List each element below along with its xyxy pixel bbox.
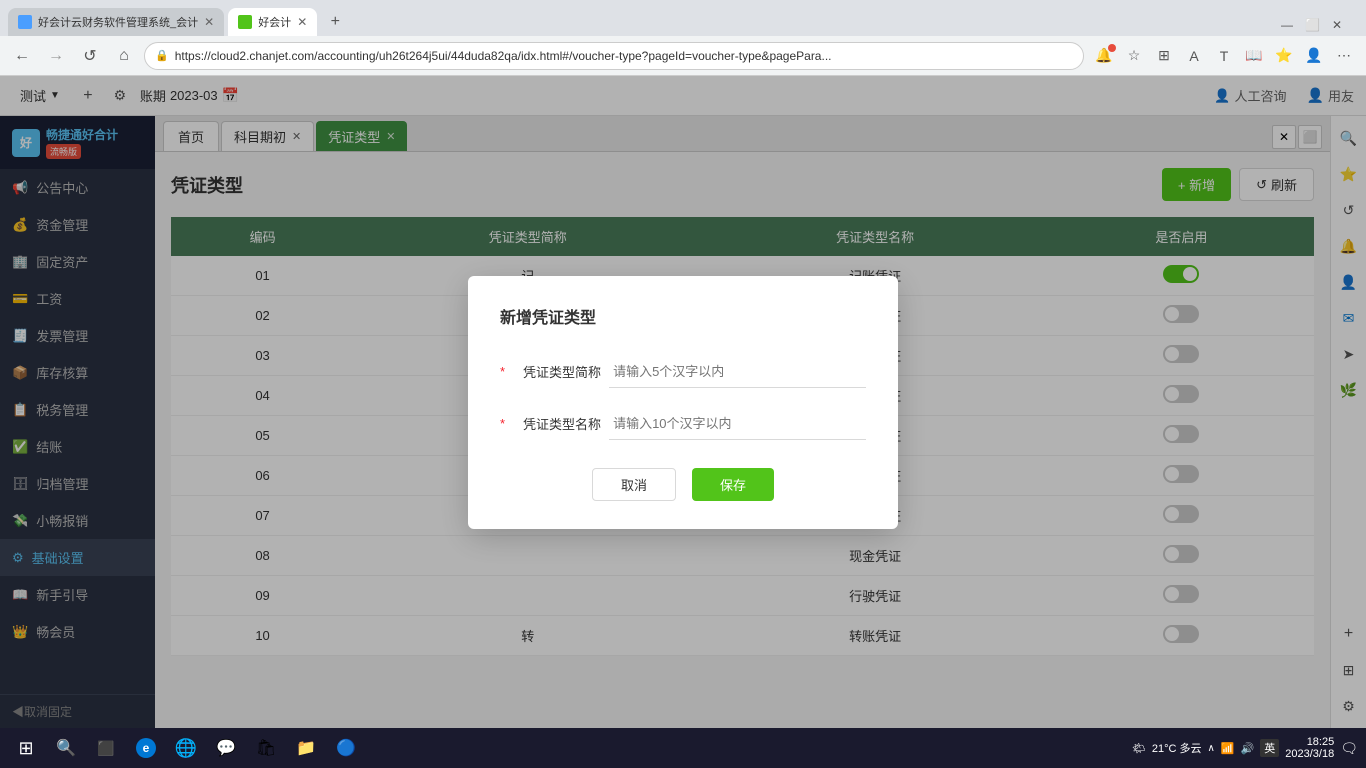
clock-time: 18:25: [1285, 736, 1334, 748]
sound-icon: 🔊: [1241, 742, 1255, 755]
ext-collections[interactable]: ⭐: [1270, 42, 1298, 70]
browser-minimize[interactable]: —: [1281, 18, 1293, 32]
tab1-title: 好会计云财务软件管理系统_会计: [38, 14, 198, 30]
taskbar-system-tray: 🌤 21°C 多云 ∧ 📶 🔊 英 18:25 2023/3/18 🗨: [1132, 736, 1358, 760]
taskbar-search[interactable]: 🔍: [48, 730, 84, 766]
tab2-close[interactable]: ✕: [297, 15, 307, 29]
browser-tab-2[interactable]: 好会计 ✕: [228, 8, 317, 36]
name-label: 凭证类型名称: [513, 414, 601, 433]
abbr-label: 凭证类型简称: [513, 362, 601, 381]
modal-footer: 取消 保存: [500, 468, 866, 501]
ext-bookmark[interactable]: ☆: [1120, 42, 1148, 70]
language-indicator: 英: [1260, 739, 1279, 757]
name-input[interactable]: [609, 408, 866, 440]
ext-apps[interactable]: ⊞: [1150, 42, 1178, 70]
browser-toolbar: ← → ↺ ⌂ 🔒 https://cloud2.chanjet.com/acc…: [0, 36, 1366, 76]
modal-overlay: 新增凭证类型 * 凭证类型简称 * 凭证类型名称 取消 保存: [0, 76, 1366, 728]
nav-forward[interactable]: →: [42, 42, 70, 70]
address-bar[interactable]: 🔒 https://cloud2.chanjet.com/accounting/…: [144, 42, 1084, 70]
ext-zoom[interactable]: A: [1180, 42, 1208, 70]
address-text: https://cloud2.chanjet.com/accounting/uh…: [175, 49, 1073, 63]
modal: 新增凭证类型 * 凭证类型简称 * 凭证类型名称 取消 保存: [468, 276, 898, 529]
abbr-form-row: * 凭证类型简称: [500, 356, 866, 388]
ext-notifications[interactable]: 🔔: [1090, 42, 1118, 70]
taskbar-edge2[interactable]: 🔵: [328, 730, 364, 766]
tab2-title: 好会计: [258, 14, 291, 30]
browser-extensions: 🔔 ☆ ⊞ A T 📖 ⭐ 👤 ⋯: [1090, 42, 1358, 70]
taskbar-explorer[interactable]: 📁: [288, 730, 324, 766]
modal-title: 新增凭证类型: [500, 304, 866, 328]
weather-icon: 🌤: [1132, 742, 1146, 755]
save-button[interactable]: 保存: [692, 468, 774, 501]
taskbar-edge[interactable]: e: [128, 730, 164, 766]
weather-temp: 21°C 多云: [1152, 740, 1202, 756]
abbr-input[interactable]: [609, 356, 866, 388]
browser-tab-1[interactable]: 好会计云财务软件管理系统_会计 ✕: [8, 8, 224, 36]
ext-profile[interactable]: 👤: [1300, 42, 1328, 70]
taskbar: ⊞ 🔍 ⬛ e 🌐 💬 🛍 📁 🔵 🌤 21°C 多云 ∧ 📶 🔊 英 18:2…: [0, 728, 1366, 768]
nav-back[interactable]: ←: [8, 42, 36, 70]
ext-reading[interactable]: 📖: [1240, 42, 1268, 70]
network-icon: 📶: [1221, 742, 1235, 755]
clock-date: 2023/3/18: [1285, 748, 1334, 760]
tab1-favicon: [18, 15, 32, 29]
ext-translate[interactable]: T: [1210, 42, 1238, 70]
name-form-row: * 凭证类型名称: [500, 408, 866, 440]
abbr-required-mark: *: [500, 364, 505, 379]
browser-close[interactable]: ✕: [1332, 18, 1342, 32]
taskbar-arrow[interactable]: ∧: [1208, 743, 1215, 754]
nav-refresh[interactable]: ↺: [76, 42, 104, 70]
taskbar-chrome[interactable]: 🌐: [168, 730, 204, 766]
tab1-close[interactable]: ✕: [204, 15, 214, 29]
start-button[interactable]: ⊞: [8, 730, 44, 766]
clock-widget[interactable]: 18:25 2023/3/18: [1285, 736, 1334, 760]
nav-home[interactable]: ⌂: [110, 42, 138, 70]
name-required-mark: *: [500, 416, 505, 431]
cancel-button[interactable]: 取消: [592, 468, 676, 501]
tab2-favicon: [238, 15, 252, 29]
notification-icon[interactable]: 🗨: [1340, 740, 1358, 757]
new-tab-btn[interactable]: +: [321, 8, 349, 36]
taskbar-store[interactable]: 🛍: [248, 730, 284, 766]
ext-menu[interactable]: ⋯: [1330, 42, 1358, 70]
browser-chrome: 好会计云财务软件管理系统_会计 ✕ 好会计 ✕ + — ⬜ ✕: [0, 0, 1366, 36]
browser-restore[interactable]: ⬜: [1305, 18, 1320, 32]
taskbar-task-view[interactable]: ⬛: [88, 730, 124, 766]
lock-icon: 🔒: [155, 49, 169, 62]
taskbar-wechat[interactable]: 💬: [208, 730, 244, 766]
